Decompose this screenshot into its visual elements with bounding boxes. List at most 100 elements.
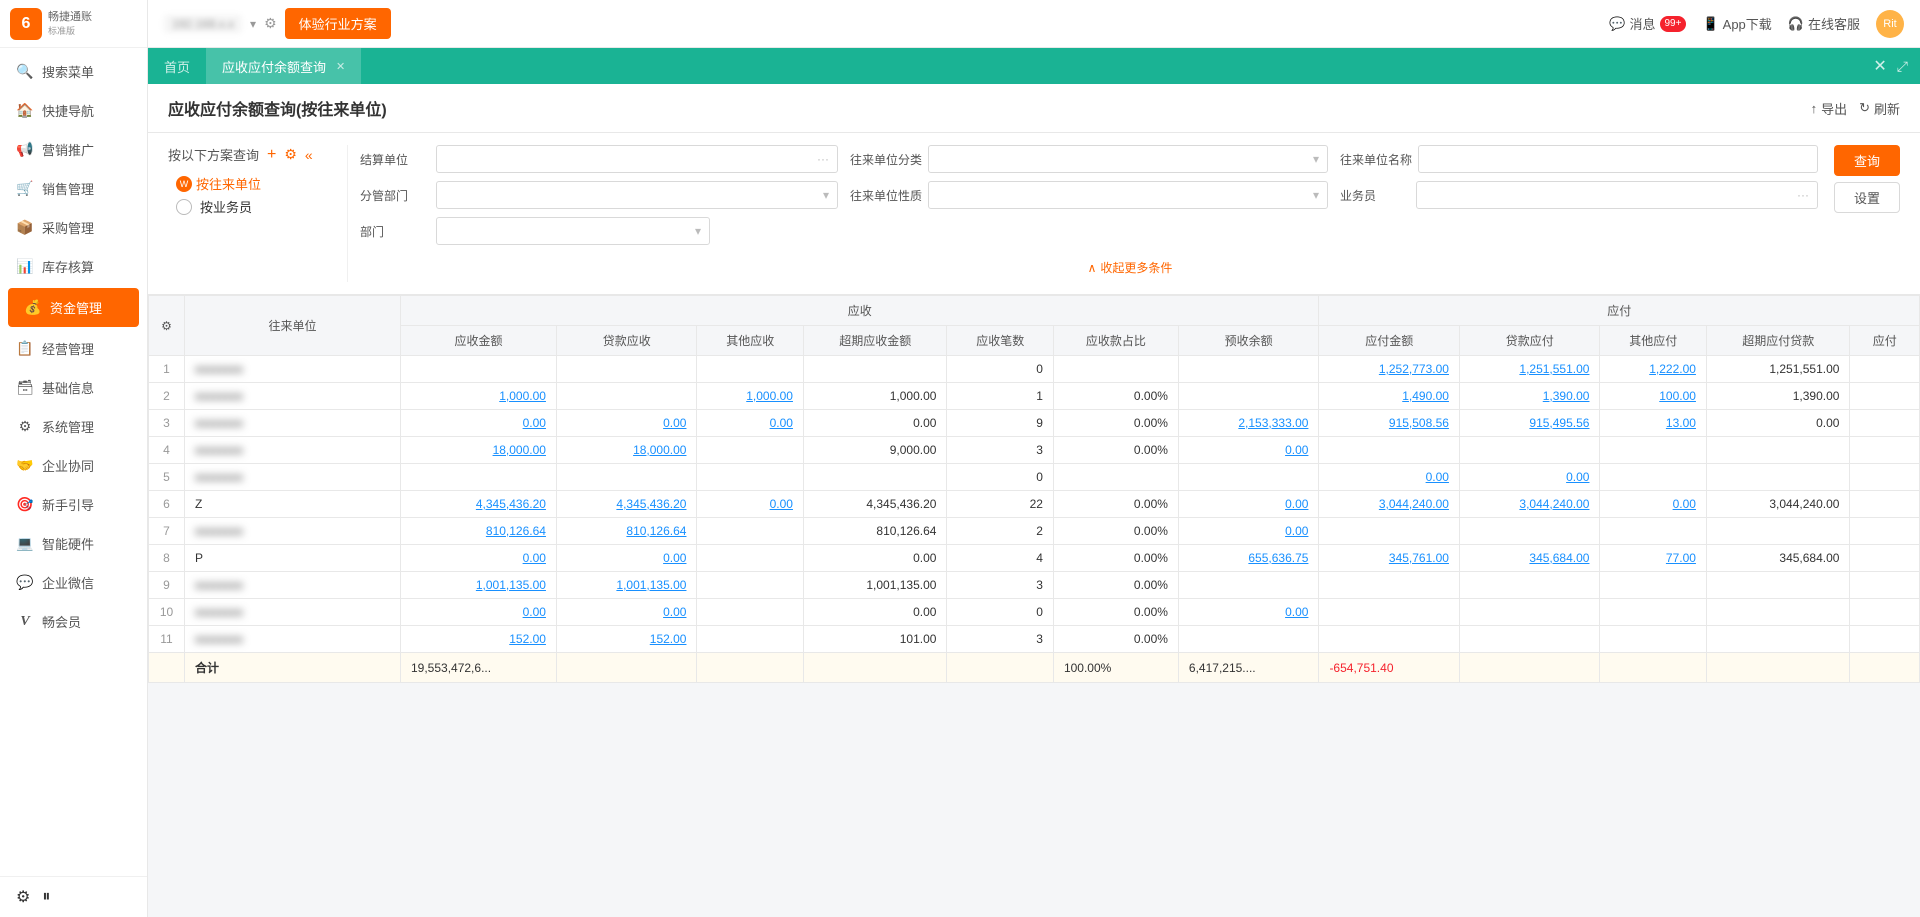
row-ar-ratio [1053,356,1178,383]
sidebar-item-inventory[interactable]: 📊 库存核算 [0,247,147,286]
chevron-down-icon: ▾ [250,17,256,31]
row-ap-x [1850,491,1920,518]
row-ap-amt [1319,599,1460,626]
sidebar-item-wechat[interactable]: 💬 企业微信 [0,563,147,602]
row-no: 5 [149,464,185,491]
row-ar-other [697,572,803,599]
sidebar-item-system[interactable]: ⚙ 系统管理 [0,407,147,446]
sidebar-item-search[interactable]: 🔍 搜索菜单 [0,52,147,91]
scheme-by-partner[interactable]: W 按往来单位 [176,174,335,193]
footer-ap-x [1850,653,1920,683]
sidebar-item-basic[interactable]: 🗃 基础信息 [0,368,147,407]
export-button[interactable]: ↑ 导出 [1811,99,1848,118]
row-ar-amt: 18,000.00 [401,437,557,464]
table-container: ⚙ 往来单位 应收 应付 应收金额 贷款应收 其他应收 超期应收金额 应收笔数 … [148,295,1920,683]
window-expand-icon[interactable]: ⤢ [1897,58,1908,75]
home-icon: 🏠 [16,102,34,119]
settings-col-header[interactable]: ⚙ [149,296,185,356]
salesperson-input[interactable]: ··· [1416,181,1818,209]
sidebar-item-operations[interactable]: 📋 经营管理 [0,329,147,368]
row-ar-loan: 4,345,436.20 [556,491,697,518]
sidebar-item-sales[interactable]: 🛒 销售管理 [0,169,147,208]
page-header: 应收应付余额查询(按往来单位) ↑ 导出 ↻ 刷新 [148,84,1920,133]
window-close-icon[interactable]: ✕ [1873,56,1886,76]
collapse-conditions-button[interactable]: ∧ 收起更多条件 [360,253,1900,282]
collapse-scheme-button[interactable]: « [305,147,313,163]
sidebar-item-quicknav[interactable]: 🏠 快捷导航 [0,91,147,130]
row-prepay: 0.00 [1178,491,1319,518]
setting-button[interactable]: 设置 [1834,182,1900,213]
promo-button[interactable]: 体验行业方案 [285,8,391,39]
tab-arquery[interactable]: 应收应付余额查询 ✕ [206,48,361,84]
partner-col-header: 往来单位 [185,296,401,356]
filter-dept: 部门 ▾ [360,217,710,245]
refresh-button[interactable]: ↻ 刷新 [1859,99,1900,118]
row-ap-loan [1459,572,1600,599]
filter-partner-category: 往来单位分类 ▾ [850,145,1328,173]
row-ar-amt [401,464,557,491]
sidebar-item-marketing[interactable]: 📢 营销推广 [0,130,147,169]
row-prepay: 0.00 [1178,518,1319,545]
tab-bar: 首页 应收应付余额查询 ✕ ✕ ⤢ [148,48,1920,84]
row-ar-loan [556,383,697,410]
table-settings-icon[interactable]: ⚙ [161,319,172,333]
online-service-button[interactable]: 🎧 在线客服 [1788,14,1860,33]
partner-category-chevron: ▾ [1313,152,1319,166]
sidebar-item-member[interactable]: V 畅会员 [0,602,147,641]
partner-nature-select[interactable]: ▾ [928,181,1328,209]
table-scroll-area[interactable]: ⚙ 往来单位 应收 应付 应收金额 贷款应收 其他应收 超期应收金额 应收笔数 … [148,295,1920,683]
service-icon: 🎧 [1788,16,1804,32]
ap-group-header: 应付 [1319,296,1920,326]
partner-category-select[interactable]: ▾ [928,145,1328,173]
scheme-by-salesperson[interactable]: 按业务员 [176,197,335,216]
sidebar-item-label-operations: 经营管理 [42,339,94,358]
filter-fenguan: 分管部门 ▾ [360,181,838,209]
app-download-button[interactable]: 📱 App下载 [1702,14,1771,33]
main-content: 应收应付余额查询(按往来单位) ↑ 导出 ↻ 刷新 按以下方案查询 + ⚙ « [148,84,1920,917]
marketing-icon: 📢 [16,141,34,158]
corp-icon: 🤝 [16,457,34,474]
partner-name-input[interactable] [1418,145,1818,173]
query-button[interactable]: 查询 [1834,145,1900,176]
edit-scheme-button[interactable]: ⚙ [284,146,297,163]
table-row: 4 xxxxxxxx 18,000.00 18,000.00 9,000.00 … [149,437,1920,464]
row-ar-amt: 1,001,135.00 [401,572,557,599]
tab-home[interactable]: 首页 [148,48,206,84]
footer-ap-total: -654,751.40 [1319,653,1460,683]
table-footer: 合计 19,553,472,6... 100.00% 6,417,215....… [149,653,1920,683]
sidebar-item-corp[interactable]: 🤝 企业协同 [0,446,147,485]
footer-ar-ratio: 100.00% [1053,653,1178,683]
col-ap-amt: 应付金额 [1319,326,1460,356]
sidebar-item-finance[interactable]: 💰 资金管理 [8,288,139,327]
scheme-inactive-dot [176,199,192,215]
header-actions: 💬 消息 99+ 📱 App下载 🎧 在线客服 Rit [1609,10,1904,38]
row-ap-x [1850,599,1920,626]
add-scheme-button[interactable]: + [267,146,276,164]
messages-button[interactable]: 💬 消息 99+ [1609,14,1686,33]
sidebar-item-label-finance: 资金管理 [50,298,102,317]
jiesuan-input[interactable]: ··· [436,145,838,173]
bell-icon: 💬 [1609,16,1625,32]
row-partner: Z [185,491,401,518]
settings-gear-icon[interactable]: ⚙ [264,15,277,32]
filter-fields-with-btns: 结算单位 ··· 往来单位分类 ▾ [360,145,1900,253]
dept-select[interactable]: ▾ [436,217,710,245]
sidebar-item-guide[interactable]: 🎯 新手引导 [0,485,147,524]
sales-icon: 🛒 [16,180,34,197]
table-body: 1 xxxxxxxx 0 1,252,773.00 1,251,551.00 1… [149,356,1920,653]
settings-footer-icon[interactable]: ⚙ [16,887,30,907]
sidebar-item-purchase[interactable]: 📦 采购管理 [0,208,147,247]
user-avatar[interactable]: Rit [1876,10,1904,38]
scheme-salesperson-label: 按业务员 [200,197,252,216]
row-ap-other [1600,572,1706,599]
tab-close-icon[interactable]: ✕ [336,60,345,73]
fenguan-select[interactable]: ▾ [436,181,838,209]
row-ap-amt: 0.00 [1319,464,1460,491]
export-label: 导出 [1821,99,1847,118]
system-icon: ⚙ [16,418,34,435]
row-ap-other: 0.00 [1600,491,1706,518]
collapse-footer-icon[interactable]: ⏸ [42,888,50,906]
row-ar-ratio: 0.00% [1053,491,1178,518]
sidebar-item-hardware[interactable]: 💻 智能硬件 [0,524,147,563]
row-ar-overdue: 0.00 [803,410,947,437]
